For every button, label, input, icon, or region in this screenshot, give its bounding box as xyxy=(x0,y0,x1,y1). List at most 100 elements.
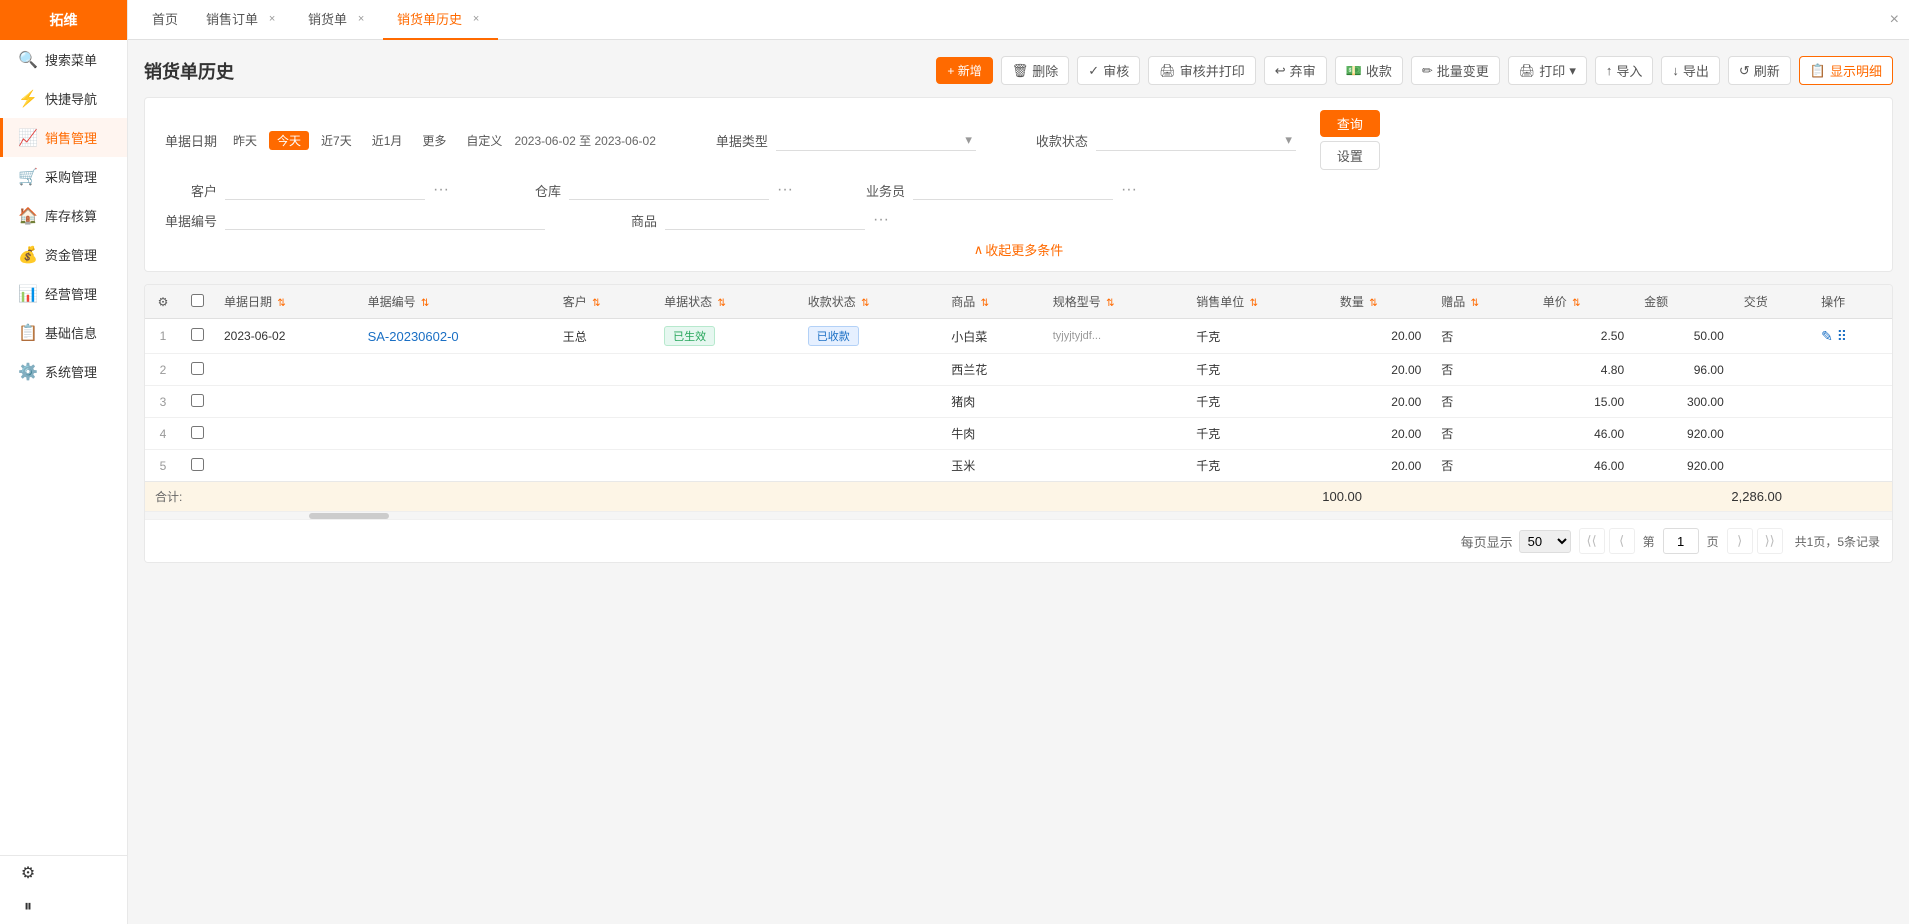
tab-home[interactable]: 首页 xyxy=(138,0,192,40)
th-spec[interactable]: 规格型号 ⇅ xyxy=(1043,285,1187,319)
customer-input[interactable] xyxy=(225,180,425,200)
next-page-btn[interactable]: ⟩ xyxy=(1727,528,1753,554)
td-goods: 玉米 xyxy=(941,450,1042,482)
row-checkbox-2[interactable] xyxy=(191,394,204,407)
batch-change-button[interactable]: ✏ 批量变更 xyxy=(1411,56,1500,85)
customer-ellipsis-btn[interactable]: ··· xyxy=(433,181,449,199)
collect-status-badge: 已收款 xyxy=(808,326,859,346)
td-checkbox[interactable] xyxy=(181,386,214,418)
footer-total-amount: 2,286.00 xyxy=(1702,489,1782,504)
tab-bar-close-btn[interactable]: × xyxy=(1890,11,1899,29)
scroll-thumb[interactable] xyxy=(309,513,389,519)
row-checkbox-1[interactable] xyxy=(191,362,204,375)
collect-button[interactable]: 💵 收款 xyxy=(1335,56,1403,85)
tab-sales-goods[interactable]: 销货单× xyxy=(294,0,383,40)
sidebar-item-base-info[interactable]: 📋 基础信息 xyxy=(0,313,127,352)
sidebar-item-gear[interactable]: ⚙ xyxy=(0,856,127,890)
date-more[interactable]: 更多 xyxy=(414,130,454,151)
tab-sales-order[interactable]: 销售订单 × xyxy=(192,0,294,40)
import-icon: ↑ xyxy=(1606,63,1613,78)
first-page-btn[interactable]: ⟨⟨ xyxy=(1579,528,1605,554)
th-customer[interactable]: 客户 ⇅ xyxy=(553,285,654,319)
batch-icon: ✏ xyxy=(1422,63,1433,79)
td-amount: 300.00 xyxy=(1634,386,1734,418)
tab-close-sales-goods[interactable]: × xyxy=(353,11,369,27)
th-unit-price[interactable]: 单价 ⇅ xyxy=(1533,285,1634,319)
th-qty[interactable]: 数量 ⇅ xyxy=(1330,285,1431,319)
new-button[interactable]: + 新增 xyxy=(936,57,992,84)
date-1month[interactable]: 近1月 xyxy=(364,130,411,151)
sidebar-item-sales-mgmt[interactable]: 📈 销售管理 xyxy=(0,118,127,157)
td-seq: 3 xyxy=(145,386,181,418)
show-detail-button[interactable]: 📋 显示明细 xyxy=(1799,56,1893,85)
sidebar-item-pause[interactable]: ⏸ xyxy=(0,890,127,924)
sidebar-item-finance-mgmt[interactable]: 💰 资金管理 xyxy=(0,235,127,274)
date-7days[interactable]: 近7天 xyxy=(313,130,360,151)
abandon-button[interactable]: ↩ 弃审 xyxy=(1264,56,1327,85)
salesperson-ellipsis-btn[interactable]: ··· xyxy=(1121,181,1137,199)
more-btn[interactable]: ⠿ xyxy=(1837,328,1847,345)
table-footer: 合计: 100.00 2,286.00 xyxy=(145,481,1892,511)
horizontal-scrollbar[interactable] xyxy=(145,511,1892,519)
warehouse-input[interactable] xyxy=(569,180,769,200)
sidebar-item-sys-mgmt[interactable]: ⚙️ 系统管理 xyxy=(0,352,127,391)
select-all-checkbox[interactable] xyxy=(191,294,204,307)
date-custom[interactable]: 自定义 xyxy=(458,130,510,151)
collapse-btn[interactable]: ∧ 收起更多条件 xyxy=(974,240,1064,259)
audit-print-button[interactable]: 🖨 审核并打印 xyxy=(1148,56,1256,85)
doc-no-input[interactable] xyxy=(225,210,545,230)
import-button[interactable]: ↑ 导入 xyxy=(1595,56,1654,85)
filter-date: 单据日期 昨天 今天 近7天 近1月 更多 自定义 2023-06-02 至 2… xyxy=(161,130,656,151)
export-button[interactable]: ↓ 导出 xyxy=(1661,56,1720,85)
query-button[interactable]: 查询 xyxy=(1320,110,1380,137)
th-doc-date[interactable]: 单据日期 ⇅ xyxy=(214,285,358,319)
edit-btn[interactable]: ✎ xyxy=(1821,328,1833,345)
td-amount: 920.00 xyxy=(1634,450,1734,482)
search-menu-icon: 🔍 xyxy=(19,51,37,69)
sidebar-item-purchase-mgmt[interactable]: 🛒 采购管理 xyxy=(0,157,127,196)
settings-button[interactable]: 设置 xyxy=(1320,141,1380,170)
th-gear[interactable]: ⚙ xyxy=(145,285,181,319)
collect-status-select[interactable]: ▾ xyxy=(1096,130,1296,151)
td-checkbox[interactable] xyxy=(181,450,214,482)
th-checkbox[interactable] xyxy=(181,285,214,319)
print-button[interactable]: 🖨 打印 ▾ xyxy=(1508,56,1587,85)
date-today[interactable]: 今天 xyxy=(269,131,309,150)
th-collect-status[interactable]: 收款状态 ⇅ xyxy=(798,285,942,319)
row-checkbox-4[interactable] xyxy=(191,458,204,471)
last-page-btn[interactable]: ⟩⟩ xyxy=(1757,528,1783,554)
row-checkbox-3[interactable] xyxy=(191,426,204,439)
doc-type-select[interactable]: ▾ xyxy=(776,130,976,151)
td-checkbox[interactable] xyxy=(181,319,214,354)
sidebar-item-quick-nav[interactable]: ⚡ 快捷导航 xyxy=(0,79,127,118)
goods-ellipsis-btn[interactable]: ··· xyxy=(873,211,889,229)
per-page-select[interactable]: 50 100 xyxy=(1519,530,1571,553)
sidebar-item-biz-mgmt[interactable]: 📊 经营管理 xyxy=(0,274,127,313)
delete-button[interactable]: 🗑 删除 xyxy=(1001,56,1070,85)
warehouse-ellipsis-btn[interactable]: ··· xyxy=(777,181,793,199)
refresh-button[interactable]: ↺ 刷新 xyxy=(1728,56,1791,85)
audit-button[interactable]: ✓ 审核 xyxy=(1077,56,1140,85)
th-goods[interactable]: 商品 ⇅ xyxy=(941,285,1042,319)
th-doc-no[interactable]: 单据编号 ⇅ xyxy=(358,285,553,319)
tab-label-sales-order: 销售订单 xyxy=(206,9,258,28)
goods-input[interactable] xyxy=(665,210,865,230)
tab-close-sales-order[interactable]: × xyxy=(264,11,280,27)
sidebar-item-search-menu[interactable]: 🔍 搜索菜单 xyxy=(0,40,127,79)
td-checkbox[interactable] xyxy=(181,354,214,386)
tab-close-sales-history[interactable]: × xyxy=(468,11,484,27)
row-checkbox-0[interactable] xyxy=(191,328,204,341)
salesperson-input[interactable] xyxy=(913,180,1113,200)
th-sales-unit[interactable]: 销售单位 ⇅ xyxy=(1186,285,1330,319)
td-unit-price: 46.00 xyxy=(1533,450,1634,482)
th-gift[interactable]: 赠品 ⇅ xyxy=(1431,285,1532,319)
date-yesterday[interactable]: 昨天 xyxy=(225,130,265,151)
tab-sales-history[interactable]: 销货单历史× xyxy=(383,0,498,40)
prev-page-btn[interactable]: ⟨ xyxy=(1609,528,1635,554)
td-action xyxy=(1811,354,1892,386)
sidebar-item-label-finance-mgmt: 资金管理 xyxy=(45,245,97,264)
td-checkbox[interactable] xyxy=(181,418,214,450)
th-doc-status[interactable]: 单据状态 ⇅ xyxy=(654,285,798,319)
page-input[interactable] xyxy=(1663,528,1699,554)
sidebar-item-inventory[interactable]: 🏠 库存核算 xyxy=(0,196,127,235)
